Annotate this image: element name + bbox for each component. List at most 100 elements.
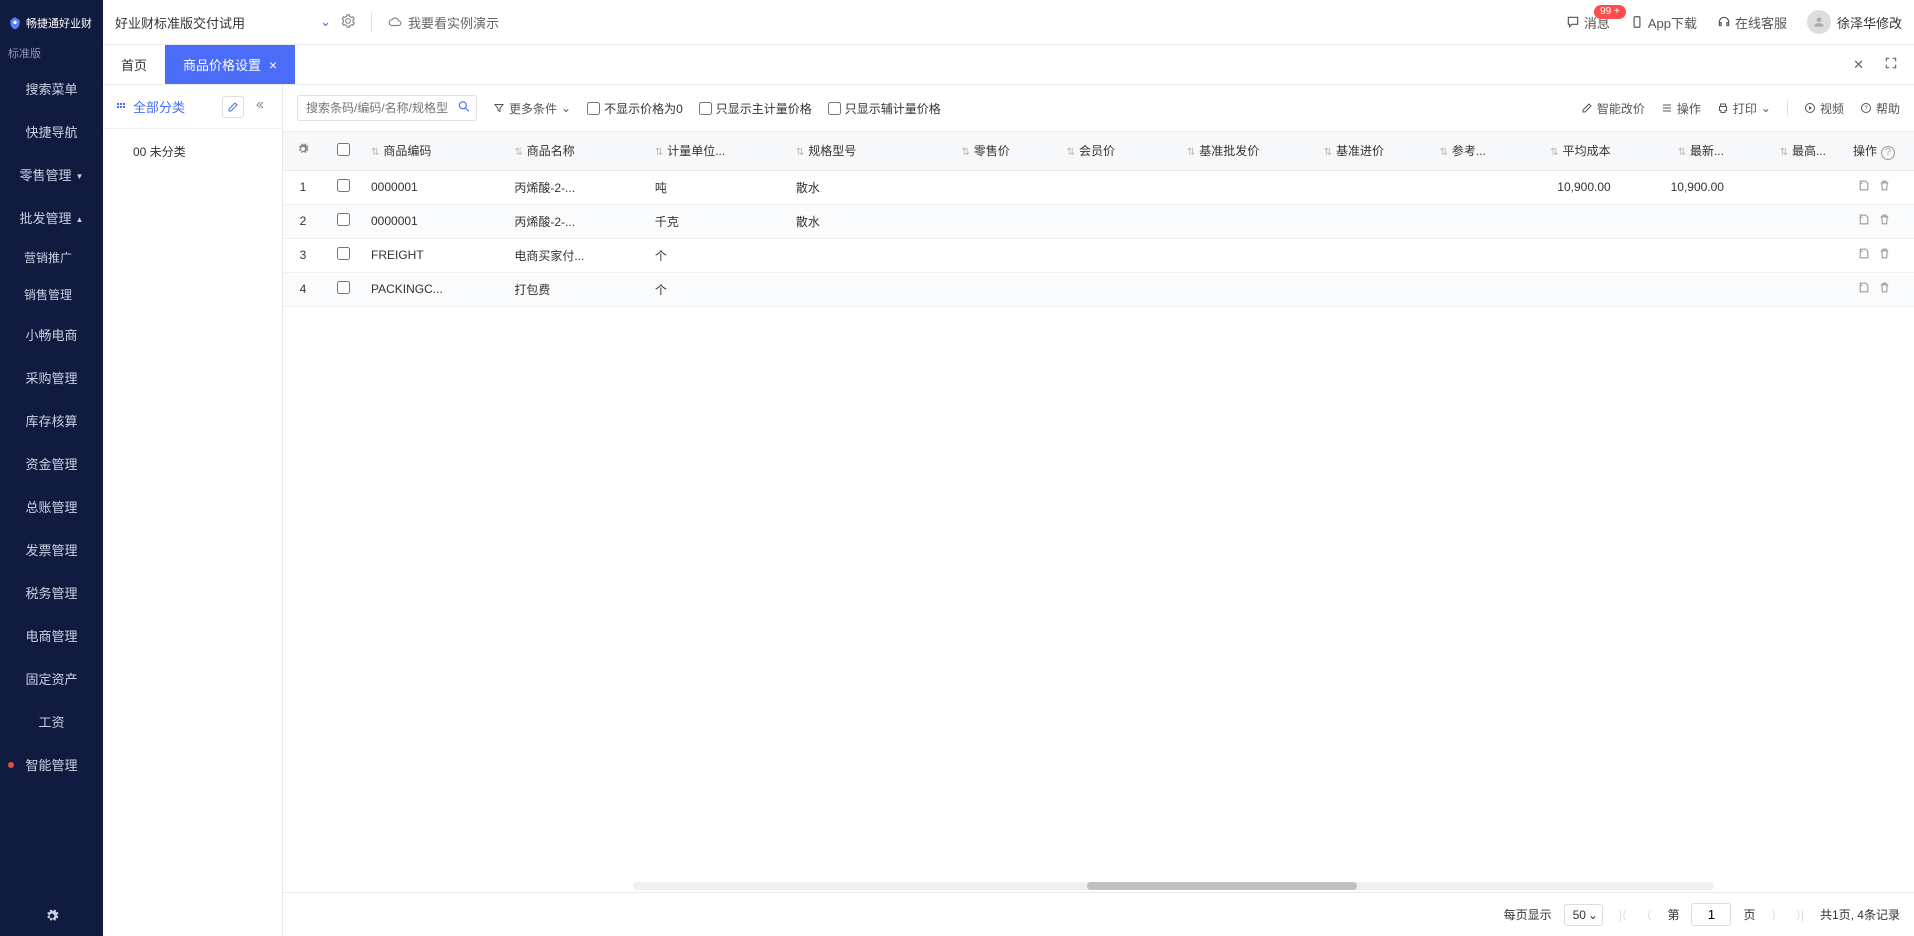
brand-name: 畅捷通好业财 bbox=[26, 15, 92, 31]
sidebar-subitem[interactable]: 营销推广 bbox=[0, 239, 103, 276]
collapse-panel-button[interactable] bbox=[250, 95, 270, 118]
video-button[interactable]: 视频 bbox=[1804, 100, 1844, 117]
sidebar-item[interactable]: 批发管理 bbox=[0, 196, 103, 239]
question-icon[interactable]: ? bbox=[1881, 146, 1895, 160]
sidebar-settings[interactable] bbox=[0, 899, 103, 936]
col-name[interactable]: 商品名称 bbox=[506, 132, 646, 170]
help-button[interactable]: ? 帮助 bbox=[1860, 100, 1900, 117]
cell-spec: 散水 bbox=[788, 204, 913, 238]
per-page-select[interactable]: 50 ⌄ bbox=[1564, 904, 1603, 926]
row-delete-button[interactable] bbox=[1878, 179, 1891, 195]
aux-unit-checkbox[interactable]: 只显示辅计量价格 bbox=[828, 100, 941, 117]
row-checkbox[interactable] bbox=[323, 272, 363, 306]
category-all-link[interactable]: 全部分类 bbox=[133, 97, 185, 116]
column-settings[interactable] bbox=[283, 132, 323, 170]
col-member[interactable]: 会员价 bbox=[1018, 132, 1123, 170]
sidebar: 畅捷通好业财 标准版 搜索菜单快捷导航零售管理批发管理营销推广销售管理小畅电商采… bbox=[0, 0, 103, 936]
edit-category-button[interactable] bbox=[222, 96, 244, 118]
cell-spec: 散水 bbox=[788, 170, 913, 204]
row-delete-button[interactable] bbox=[1878, 247, 1891, 263]
chevron-down-icon: ⌄ bbox=[1761, 101, 1771, 115]
data-area: 更多条件 ⌄ 不显示价格为0 只显示主计量价格 只显示辅计量价格 bbox=[283, 85, 1914, 936]
cell-wholesale bbox=[1123, 170, 1267, 204]
next-page-button[interactable]: ⟩ bbox=[1767, 906, 1780, 924]
select-all-checkbox[interactable] bbox=[323, 132, 363, 170]
chevron-left-double-icon bbox=[254, 99, 266, 111]
col-purchase[interactable]: 基准进价 bbox=[1267, 132, 1392, 170]
cell-spec bbox=[788, 272, 913, 306]
row-edit-button[interactable] bbox=[1857, 213, 1870, 229]
col-max[interactable]: 最高... bbox=[1732, 132, 1834, 170]
row-checkbox[interactable] bbox=[323, 204, 363, 238]
pagination: 每页显示 50 ⌄ |⟨ ⟨ 第 页 ⟩ ⟩| 共1页, 4条记录 bbox=[283, 892, 1914, 936]
main-unit-checkbox[interactable]: 只显示主计量价格 bbox=[699, 100, 812, 117]
prev-page-button[interactable]: ⟨ bbox=[1643, 906, 1656, 924]
sidebar-item[interactable]: 资金管理 bbox=[0, 442, 103, 485]
sidebar-item[interactable]: 工资 bbox=[0, 700, 103, 743]
cell-ref bbox=[1392, 272, 1494, 306]
sidebar-item[interactable]: 小畅电商 bbox=[0, 313, 103, 356]
sidebar-item[interactable]: 发票管理 bbox=[0, 528, 103, 571]
fullscreen-button[interactable] bbox=[1880, 52, 1902, 77]
operate-button[interactable]: 操作 bbox=[1661, 100, 1701, 117]
sidebar-subitem[interactable]: 销售管理 bbox=[0, 276, 103, 313]
row-actions bbox=[1834, 204, 1914, 238]
horizontal-scrollbar[interactable] bbox=[283, 882, 1914, 892]
price-table: 商品编码 商品名称 计量单位... 规格型号 零售价 会员价 基准批发价 基准进… bbox=[283, 132, 1914, 307]
search-button[interactable] bbox=[457, 100, 471, 117]
col-retail[interactable]: 零售价 bbox=[913, 132, 1018, 170]
sidebar-item[interactable]: 固定资产 bbox=[0, 657, 103, 700]
col-wholesale[interactable]: 基准批发价 bbox=[1123, 132, 1267, 170]
cell-member bbox=[1018, 170, 1123, 204]
app-download-button[interactable]: App下载 bbox=[1630, 13, 1697, 32]
smart-price-button[interactable]: 智能改价 bbox=[1581, 100, 1645, 117]
sidebar-item[interactable]: 智能管理 bbox=[0, 743, 103, 786]
sidebar-item[interactable]: 零售管理 bbox=[0, 153, 103, 196]
main-unit-label: 只显示主计量价格 bbox=[716, 100, 812, 117]
sidebar-item[interactable]: 搜索菜单 bbox=[0, 67, 103, 110]
page-prefix: 第 bbox=[1667, 906, 1679, 923]
pagination-summary: 共1页, 4条记录 bbox=[1820, 906, 1900, 923]
table-row: 20000001丙烯酸-2-...千克散水 bbox=[283, 204, 1914, 238]
row-delete-button[interactable] bbox=[1878, 281, 1891, 297]
first-page-button[interactable]: |⟨ bbox=[1615, 906, 1631, 924]
tab[interactable]: 首页 bbox=[103, 45, 165, 84]
col-latest[interactable]: 最新... bbox=[1619, 132, 1732, 170]
col-unit[interactable]: 计量单位... bbox=[647, 132, 788, 170]
row-edit-button[interactable] bbox=[1857, 281, 1870, 297]
sidebar-item[interactable]: 采购管理 bbox=[0, 356, 103, 399]
hide-zero-checkbox[interactable]: 不显示价格为0 bbox=[587, 100, 683, 117]
sidebar-item[interactable]: 快捷导航 bbox=[0, 110, 103, 153]
gear-icon[interactable] bbox=[341, 14, 355, 28]
row-edit-button[interactable] bbox=[1857, 179, 1870, 195]
sidebar-item[interactable]: 库存核算 bbox=[0, 399, 103, 442]
chevron-down-icon[interactable]: ⌄ bbox=[320, 14, 331, 30]
tab-close-button[interactable]: × bbox=[269, 57, 277, 73]
support-button[interactable]: 在线客服 bbox=[1717, 13, 1787, 32]
row-checkbox[interactable] bbox=[323, 170, 363, 204]
last-page-button[interactable]: ⟩| bbox=[1792, 906, 1808, 924]
search-input[interactable] bbox=[297, 95, 477, 121]
page-input[interactable] bbox=[1691, 903, 1731, 926]
row-edit-button[interactable] bbox=[1857, 247, 1870, 263]
demo-link[interactable]: 我要看实例演示 bbox=[388, 13, 499, 32]
table-scroll[interactable]: 商品编码 商品名称 计量单位... 规格型号 零售价 会员价 基准批发价 基准进… bbox=[283, 132, 1914, 882]
gear-icon bbox=[297, 143, 309, 155]
col-ref[interactable]: 参考... bbox=[1392, 132, 1494, 170]
col-avg[interactable]: 平均成本 bbox=[1494, 132, 1619, 170]
messages-button[interactable]: 消息 99 + bbox=[1566, 13, 1610, 32]
col-spec[interactable]: 规格型号 bbox=[788, 132, 913, 170]
sidebar-item[interactable]: 电商管理 bbox=[0, 614, 103, 657]
close-all-tabs-button[interactable]: ✕ bbox=[1849, 53, 1868, 77]
more-conditions-button[interactable]: 更多条件 ⌄ bbox=[493, 100, 571, 117]
print-button[interactable]: 打印 ⌄ bbox=[1717, 100, 1771, 117]
row-delete-button[interactable] bbox=[1878, 213, 1891, 229]
sidebar-item[interactable]: 总账管理 bbox=[0, 485, 103, 528]
col-code[interactable]: 商品编码 bbox=[363, 132, 506, 170]
user-menu[interactable]: 徐泽华修改 bbox=[1807, 10, 1902, 34]
tab[interactable]: 商品价格设置× bbox=[165, 45, 295, 84]
cell-purchase bbox=[1267, 204, 1392, 238]
category-item[interactable]: 00 未分类 bbox=[103, 137, 282, 166]
sidebar-item[interactable]: 税务管理 bbox=[0, 571, 103, 614]
row-checkbox[interactable] bbox=[323, 238, 363, 272]
